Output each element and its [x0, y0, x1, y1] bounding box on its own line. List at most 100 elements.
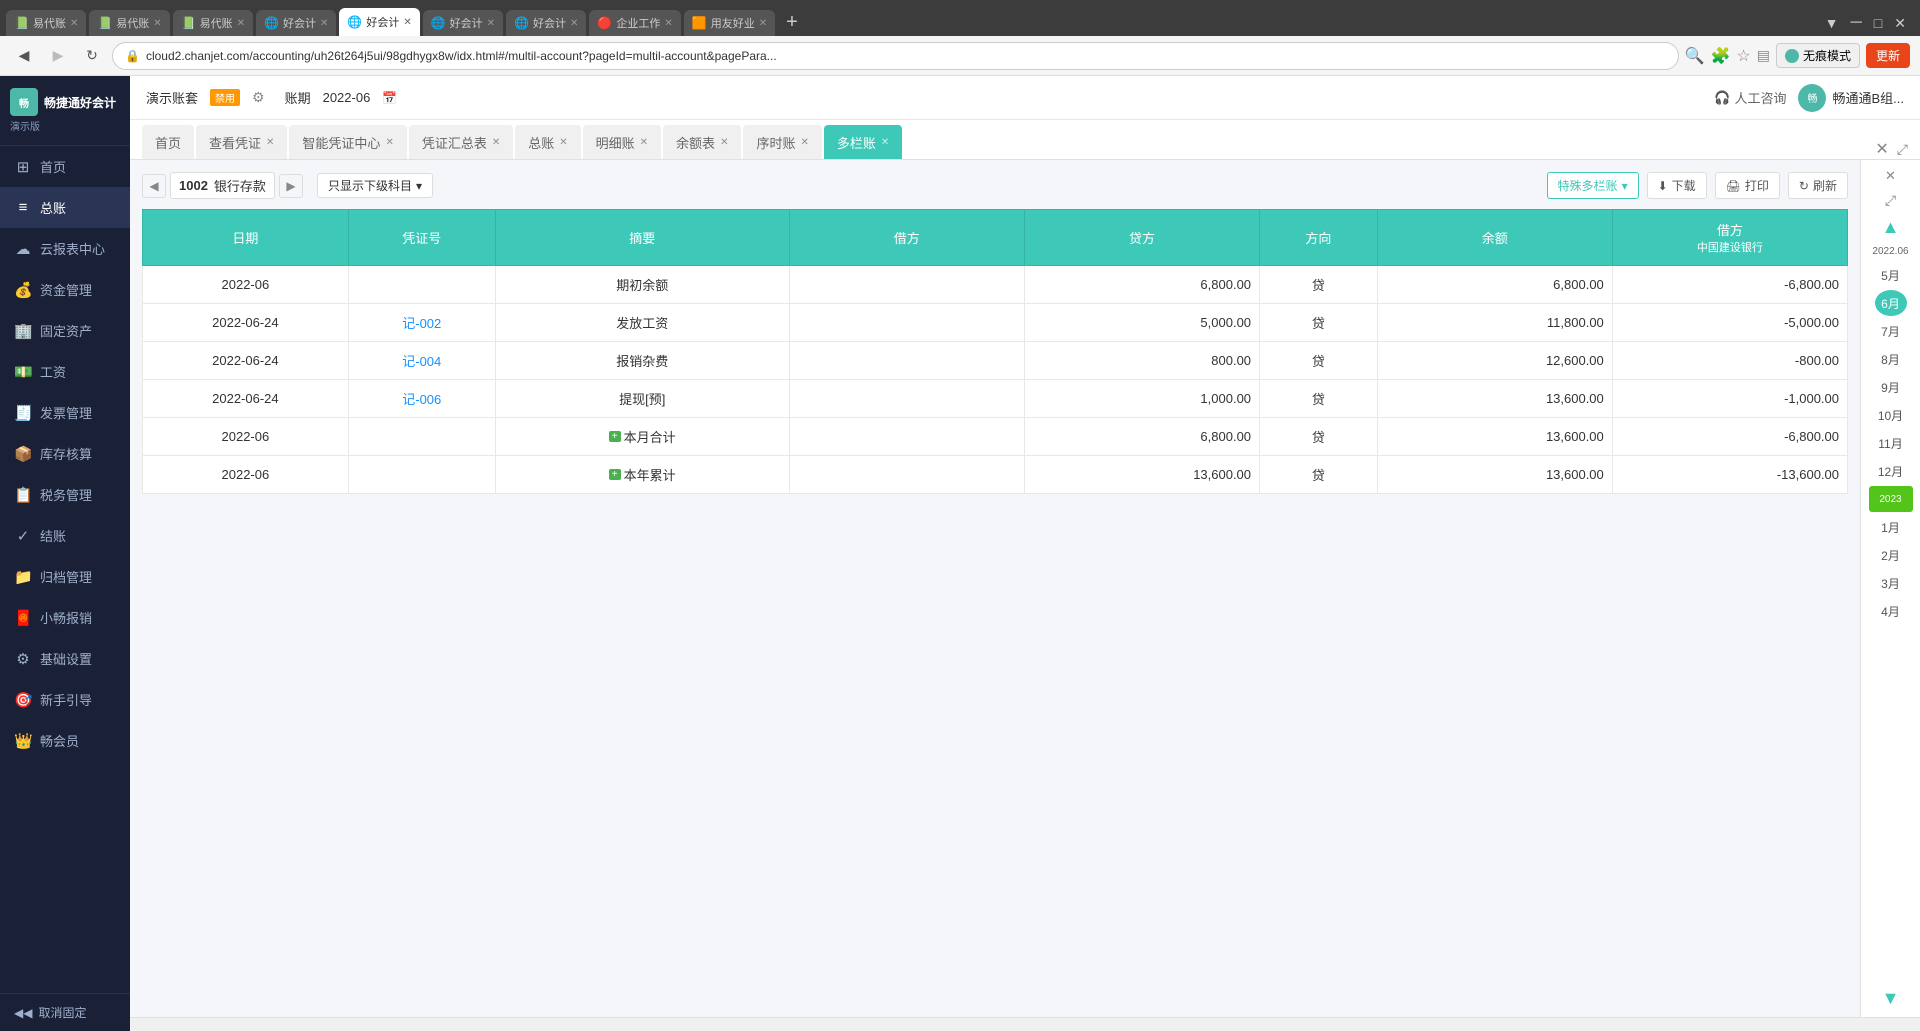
- gear-icon[interactable]: ⚙: [252, 89, 265, 106]
- tab-view-voucher[interactable]: 查看凭证 ✕: [196, 125, 287, 159]
- download-button[interactable]: ⬇ 下载: [1647, 172, 1707, 199]
- col-date: 日期: [143, 210, 349, 266]
- browser-tab-0[interactable]: 📗 易代账 ✕: [6, 10, 86, 36]
- sidebar-item-expense[interactable]: 🧧 小畅报销: [0, 597, 130, 638]
- update-button[interactable]: 更新: [1866, 43, 1910, 68]
- sidebar-item-archive[interactable]: 📁 归档管理: [0, 556, 130, 597]
- browser-tab-3[interactable]: 🌐 好会计 ✕: [256, 10, 336, 36]
- ledger-table: 日期 凭证号 摘要 借方 贷方 方向 余额 借方 中国建设银行: [142, 209, 1848, 494]
- sidebar-item-reports[interactable]: ☁ 云报表中心: [0, 228, 130, 269]
- browser-tab-2[interactable]: 📗 易代账 ✕: [173, 10, 253, 36]
- sidebar-item-close[interactable]: ✓ 结账: [0, 515, 130, 556]
- tab-multi-column[interactable]: 多栏账 ✕: [824, 125, 902, 159]
- home-icon: ⊞: [14, 158, 32, 176]
- tab-close-icon[interactable]: ✕: [559, 137, 567, 148]
- close-panel-button[interactable]: ✕: [1875, 139, 1888, 159]
- tab-home[interactable]: 首页: [142, 125, 194, 159]
- add-tab-button[interactable]: +: [778, 8, 806, 36]
- month-2023-1[interactable]: 1月: [1869, 514, 1913, 540]
- sidebar-item-salary[interactable]: 💵 工资: [0, 351, 130, 392]
- month-6-active[interactable]: 6月: [1875, 290, 1907, 316]
- sidebar-item-ledger[interactable]: ≡ 总账: [0, 187, 130, 228]
- next-account-button[interactable]: ▶: [279, 174, 303, 198]
- special-multi-button[interactable]: 特殊多栏账 ▾: [1547, 172, 1639, 199]
- account-code: 1002: [179, 178, 208, 193]
- month-10[interactable]: 10月: [1869, 402, 1913, 428]
- browser-tab-5[interactable]: 🌐 好会计 ✕: [423, 10, 503, 36]
- col-extra: 借方 中国建设银行: [1612, 210, 1847, 266]
- sidebar-item-inventory[interactable]: 📦 库存核算: [0, 433, 130, 474]
- forward-button[interactable]: ▶: [44, 42, 72, 70]
- sidebar-item-assets[interactable]: 🏢 固定资产: [0, 310, 130, 351]
- tab-close-icon[interactable]: ✕: [800, 137, 808, 148]
- assets-icon: 🏢: [14, 322, 32, 340]
- unpin-button[interactable]: ◀◀ 取消固定: [0, 993, 130, 1031]
- browser-tab-8[interactable]: 🟧 用友好业 ✕: [684, 10, 775, 36]
- horizontal-scrollbar[interactable]: [130, 1017, 1920, 1031]
- year-2023-label: 2023: [1869, 486, 1913, 512]
- refresh-button[interactable]: ↻ 刷新: [1788, 172, 1848, 199]
- browser-tab-7[interactable]: 🔴 企业工作 ✕: [589, 10, 680, 36]
- user-menu[interactable]: 畅 畅通通B组...: [1798, 84, 1904, 112]
- calendar-icon[interactable]: 📅: [382, 91, 397, 105]
- filter-select[interactable]: 只显示下级科目 ▾: [317, 173, 433, 198]
- browser-tab-6[interactable]: 🌐 好会计 ✕: [506, 10, 586, 36]
- close-window-button[interactable]: ✕: [1894, 15, 1906, 32]
- wuhen-mode-button[interactable]: 无痕模式: [1776, 43, 1860, 68]
- month-2023-4[interactable]: 4月: [1869, 598, 1913, 624]
- bookmark-icon[interactable]: ☆: [1736, 46, 1750, 66]
- maximize-button[interactable]: □: [1874, 15, 1882, 31]
- sidebar-item-home[interactable]: ⊞ 首页: [0, 146, 130, 187]
- month-5[interactable]: 5月: [1869, 262, 1913, 288]
- month-12[interactable]: 12月: [1869, 458, 1913, 484]
- search-icon[interactable]: 🔍: [1685, 46, 1705, 66]
- tab-smart-voucher[interactable]: 智能凭证中心 ✕: [289, 125, 406, 159]
- tab-close-icon[interactable]: ✕: [266, 137, 274, 148]
- tab-close-icon[interactable]: ✕: [492, 137, 500, 148]
- tab-close-icon[interactable]: ✕: [385, 137, 393, 148]
- month-7[interactable]: 7月: [1869, 318, 1913, 344]
- table-row: 2022-06 + 本月合计 6,800.00 贷 13: [143, 418, 1848, 456]
- tab-close-icon[interactable]: ✕: [640, 137, 648, 148]
- panel-up-button[interactable]: ▲: [1878, 213, 1904, 242]
- tab-balance[interactable]: 余额表 ✕: [663, 125, 741, 159]
- tab-close-icon[interactable]: ✕: [720, 137, 728, 148]
- tab-close-icon[interactable]: ✕: [881, 137, 889, 148]
- print-button[interactable]: 🖨 打印: [1715, 172, 1780, 199]
- tab-list-button[interactable]: ▼: [1825, 15, 1839, 31]
- month-8[interactable]: 8月: [1869, 346, 1913, 372]
- consult-button[interactable]: 🎧 人工咨询: [1714, 88, 1786, 107]
- sidebar-item-funds[interactable]: 💰 资金管理: [0, 269, 130, 310]
- expand-panel-button[interactable]: ⤢: [1897, 141, 1908, 158]
- tab-detail-ledger[interactable]: 明细账 ✕: [583, 125, 661, 159]
- sidebar-toggle[interactable]: ▤: [1757, 47, 1770, 64]
- archive-icon: 📁: [14, 568, 32, 586]
- browser-tab-1[interactable]: 📗 易代账 ✕: [89, 10, 169, 36]
- minimize-button[interactable]: ─: [1850, 14, 1861, 32]
- member-icon: 👑: [14, 732, 32, 750]
- tab-voucher-summary[interactable]: 凭证汇总表 ✕: [409, 125, 513, 159]
- tab-general-ledger[interactable]: 总账 ✕: [515, 125, 580, 159]
- month-2023-2[interactable]: 2月: [1869, 542, 1913, 568]
- browser-tab-4[interactable]: 🌐 好会计 ✕: [339, 8, 419, 36]
- sidebar-item-invoice[interactable]: 🧾 发票管理: [0, 392, 130, 433]
- panel-close-button[interactable]: ✕: [1881, 164, 1900, 188]
- sidebar-item-guide[interactable]: 🎯 新手引导: [0, 679, 130, 720]
- prev-account-button[interactable]: ◀: [142, 174, 166, 198]
- account-selector[interactable]: 1002 银行存款: [170, 172, 275, 199]
- sidebar-item-member[interactable]: 👑 畅会员: [0, 720, 130, 761]
- extension-icon[interactable]: 🧩: [1710, 46, 1730, 66]
- panel-down-button[interactable]: ▼: [1878, 984, 1904, 1013]
- month-2023-3[interactable]: 3月: [1869, 570, 1913, 596]
- panel-expand-button[interactable]: ⤢: [1881, 188, 1900, 213]
- chevron-down-icon: ▾: [416, 179, 422, 193]
- address-input[interactable]: 🔒 cloud2.chanjet.com/accounting/uh26t264…: [112, 42, 1679, 70]
- month-11[interactable]: 11月: [1869, 430, 1913, 456]
- user-avatar: 畅: [1798, 84, 1826, 112]
- back-button[interactable]: ◀: [10, 42, 38, 70]
- tab-sequence[interactable]: 序时账 ✕: [743, 125, 821, 159]
- refresh-button[interactable]: ↻: [78, 42, 106, 70]
- month-9[interactable]: 9月: [1869, 374, 1913, 400]
- sidebar-item-settings[interactable]: ⚙ 基础设置: [0, 638, 130, 679]
- sidebar-item-tax[interactable]: 📋 税务管理: [0, 474, 130, 515]
